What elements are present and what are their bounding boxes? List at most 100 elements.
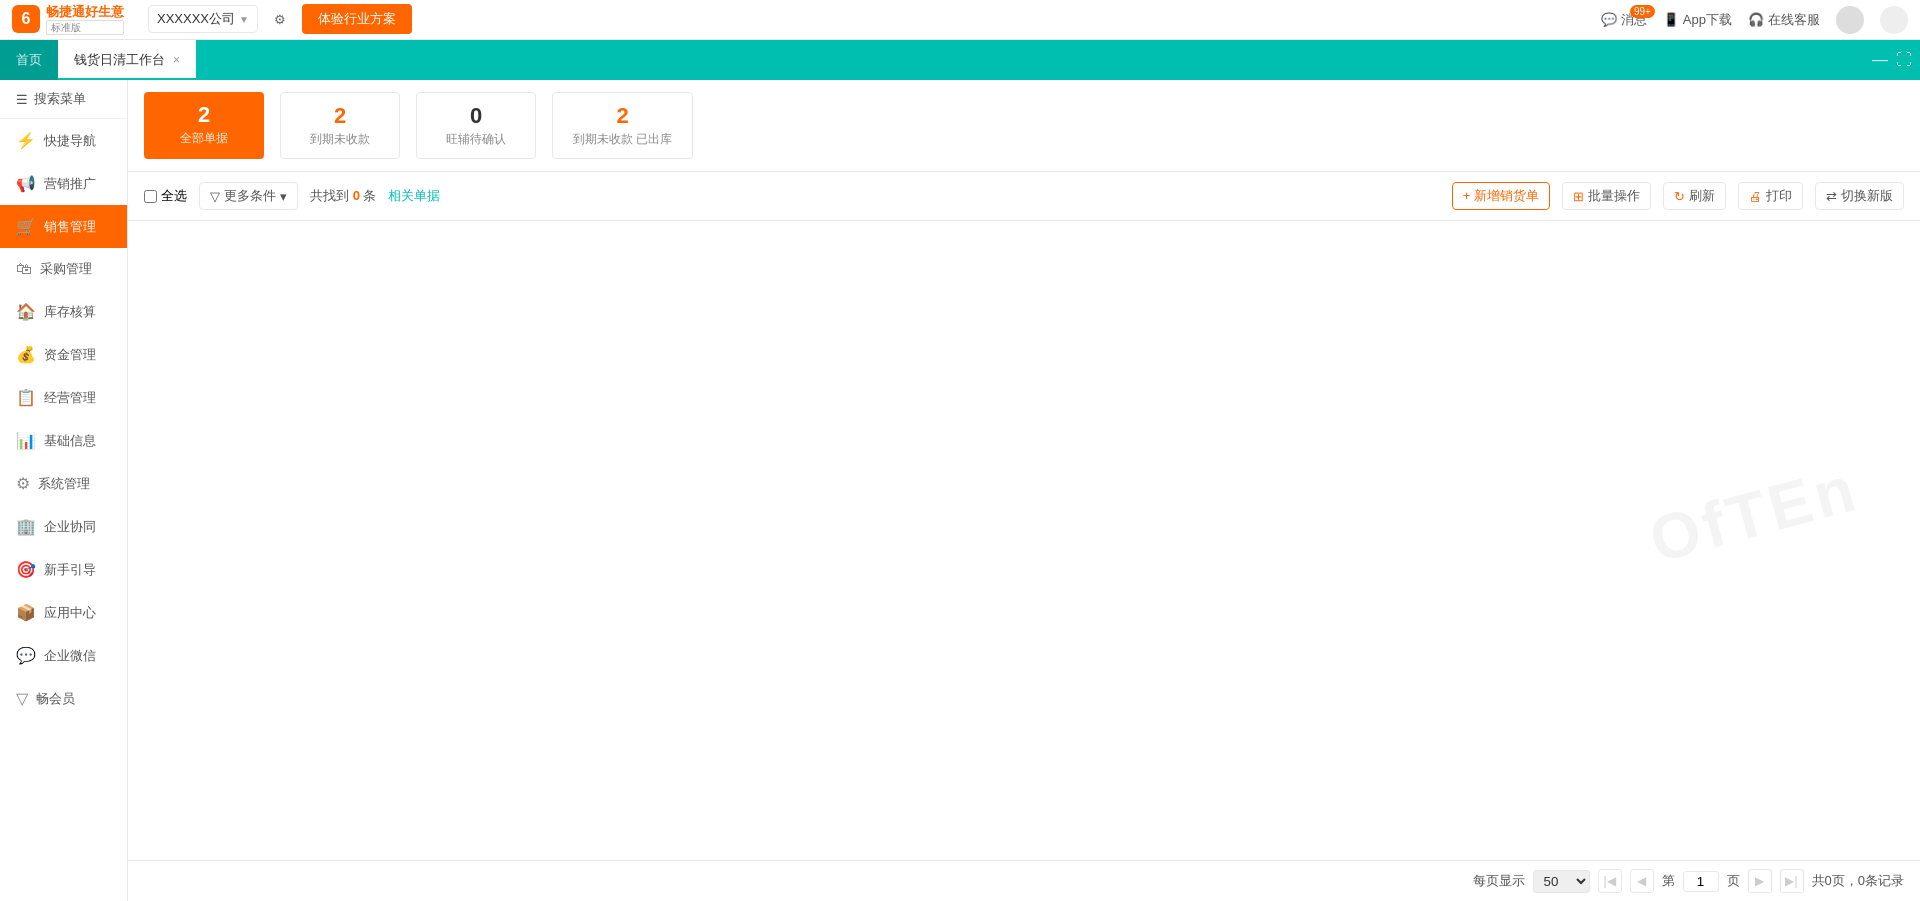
trial-button[interactable]: 体验行业方案 <box>302 4 412 34</box>
page-first-button[interactable]: |◀ <box>1598 869 1622 893</box>
stats-tab-pending-confirm[interactable]: 0 旺辅待确认 <box>416 92 536 159</box>
table-area: OfTEn <box>128 221 1920 860</box>
logo-icon: 6 <box>12 5 40 33</box>
sidebar-item-marketing[interactable]: 📢 营销推广 <box>0 162 127 205</box>
refresh-icon: ↻ <box>1674 189 1685 204</box>
page-last-button[interactable]: ▶| <box>1780 869 1804 893</box>
tab-home[interactable]: 首页 <box>0 40 58 80</box>
sidebar-label-quick-nav: 快捷导航 <box>44 132 96 150</box>
service-icon: 🎧 <box>1748 12 1764 27</box>
logo-area: 6 畅捷通好生意 标准版 <box>12 4 140 36</box>
select-all-label: 全选 <box>161 187 187 205</box>
sidebar-label-guide: 新手引导 <box>44 561 96 579</box>
logo-text: 畅捷通好生意 标准版 <box>46 4 124 36</box>
stats-tab-pending-num: 0 <box>437 103 515 129</box>
sidebar-label-operations: 经营管理 <box>44 389 96 407</box>
stats-tab-all[interactable]: 2 全部单据 <box>144 92 264 159</box>
sidebar-label-system: 系统管理 <box>38 475 90 493</box>
page-size-select[interactable]: 50 100 200 <box>1533 870 1590 893</box>
app-download-label: App下载 <box>1683 11 1732 29</box>
new-sale-label: + 新增销货单 <box>1463 187 1539 205</box>
sidebar-item-enterprise[interactable]: 🏢 企业协同 <box>0 505 127 548</box>
header-left: 6 畅捷通好生意 标准版 XXXXXX公司 ▼ ⚙ 体验行业方案 <box>12 4 412 36</box>
company-name: XXXXXX公司 <box>157 10 235 28</box>
basic-info-icon: 📊 <box>16 431 36 450</box>
switch-label: 切换新版 <box>1841 187 1893 205</box>
stats-tab-all-num: 2 <box>164 102 244 128</box>
filter-button[interactable]: ▽ 更多条件 ▾ <box>199 182 298 210</box>
select-all-input[interactable] <box>144 190 157 203</box>
sidebar-item-system[interactable]: ⚙ 系统管理 <box>0 462 127 505</box>
stats-tab-due-not-out-num: 2 <box>573 103 672 129</box>
logo-text-block: 畅捷通好生意 标准版 <box>46 4 124 36</box>
found-prefix: 共找到 <box>310 188 349 203</box>
tab-close-icon[interactable]: × <box>173 53 180 67</box>
refresh-button[interactable]: ↻ 刷新 <box>1663 182 1726 210</box>
search-menu-label: 搜索菜单 <box>34 90 86 108</box>
page-next-button[interactable]: ▶ <box>1748 869 1772 893</box>
refresh-label: 刷新 <box>1689 187 1715 205</box>
print-button[interactable]: 🖨 打印 <box>1738 182 1803 210</box>
print-icon: 🖨 <box>1749 189 1762 204</box>
filter-label: 更多条件 <box>224 187 276 205</box>
search-menu-item[interactable]: ☰ 搜索菜单 <box>0 80 127 119</box>
tab-minimize-icon[interactable]: — <box>1872 51 1888 69</box>
sidebar-item-wechat[interactable]: 💬 企业微信 <box>0 634 127 677</box>
purchase-icon: 🛍 <box>16 260 32 278</box>
batch-label: 批量操作 <box>1588 187 1640 205</box>
new-sale-button[interactable]: + 新增销货单 <box>1452 182 1550 210</box>
tab-expand-icon[interactable]: ⛶ <box>1896 51 1912 69</box>
stats-tab-due-unpaid[interactable]: 2 到期未收款 <box>280 92 400 159</box>
switch-new-button[interactable]: ⇄ 切换新版 <box>1815 182 1904 210</box>
sidebar-label-purchase: 采购管理 <box>40 260 92 278</box>
online-service-button[interactable]: 🎧 在线客服 <box>1748 11 1820 29</box>
stats-tab-all-label: 全部单据 <box>164 130 244 147</box>
found-count: 0 <box>353 188 360 203</box>
sidebar-item-operations[interactable]: 📋 经营管理 <box>0 376 127 419</box>
sidebar-item-apps[interactable]: 📦 应用中心 <box>0 591 127 634</box>
batch-icon: ⊞ <box>1573 189 1584 204</box>
switch-icon: ⇄ <box>1826 189 1837 204</box>
sales-icon: 🛒 <box>16 217 36 236</box>
toolbar-right: + 新增销货单 ⊞ 批量操作 ↻ 刷新 🖨 打印 ⇄ 切换新版 <box>1452 182 1904 210</box>
page-input[interactable] <box>1683 871 1719 892</box>
settings-button[interactable]: ⚙ <box>266 5 294 33</box>
sidebar-item-purchase[interactable]: 🛍 采购管理 <box>0 248 127 290</box>
select-all-checkbox[interactable]: 全选 <box>144 187 187 205</box>
tab-qianhuoqingzuotai[interactable]: 钱货日清工作台 × <box>58 40 196 80</box>
sidebar-item-sales[interactable]: 🛒 销售管理 <box>0 205 127 248</box>
page-prev-button[interactable]: ◀ <box>1630 869 1654 893</box>
sidebar-item-guide[interactable]: 🎯 新手引导 <box>0 548 127 591</box>
download-icon: 📱 <box>1663 12 1679 27</box>
sidebar-item-inventory[interactable]: 🏠 库存核算 <box>0 290 127 333</box>
inventory-icon: 🏠 <box>16 302 36 321</box>
stats-tab-due-not-out-label: 到期未收款 已出库 <box>573 131 672 148</box>
watermark: OfTEn <box>1642 450 1866 576</box>
sidebar-item-basic-info[interactable]: 📊 基础信息 <box>0 419 127 462</box>
sidebar-label-member: 畅会员 <box>36 690 75 708</box>
batch-button[interactable]: ⊞ 批量操作 <box>1562 182 1651 210</box>
guide-icon: 🎯 <box>16 560 36 579</box>
avatar[interactable] <box>1836 6 1864 34</box>
enterprise-icon: 🏢 <box>16 517 36 536</box>
sidebar-item-member[interactable]: ▽ 畅会员 <box>0 677 127 720</box>
chevron-down-icon: ▾ <box>280 189 287 204</box>
sidebar-label-wechat: 企业微信 <box>44 647 96 665</box>
message-badge: 99+ <box>1630 5 1655 18</box>
chevron-down-icon: ▼ <box>239 14 249 25</box>
stats-tab-pending-label: 旺辅待确认 <box>437 131 515 148</box>
sidebar-label-basic-info: 基础信息 <box>44 432 96 450</box>
app-download-button[interactable]: 📱 App下载 <box>1663 11 1732 29</box>
stats-tab-due-not-out[interactable]: 2 到期未收款 已出库 <box>552 92 693 159</box>
company-selector[interactable]: XXXXXX公司 ▼ <box>148 5 258 33</box>
sidebar-item-quick-nav[interactable]: ⚡ 快捷导航 <box>0 119 127 162</box>
top-header: 6 畅捷通好生意 标准版 XXXXXX公司 ▼ ⚙ 体验行业方案 💬 消息 99… <box>0 0 1920 40</box>
main-content: 2 全部单据 2 到期未收款 0 旺辅待确认 2 到期未收款 已出库 全选 <box>128 80 1920 901</box>
stats-tab-due-unpaid-num: 2 <box>301 103 379 129</box>
sidebar-label-inventory: 库存核算 <box>44 303 96 321</box>
apps-icon: 📦 <box>16 603 36 622</box>
related-link[interactable]: 相关单据 <box>388 187 440 205</box>
online-service-label: 在线客服 <box>1768 11 1820 29</box>
sidebar-item-capital[interactable]: 💰 资金管理 <box>0 333 127 376</box>
message-button[interactable]: 💬 消息 99+ <box>1601 11 1647 29</box>
